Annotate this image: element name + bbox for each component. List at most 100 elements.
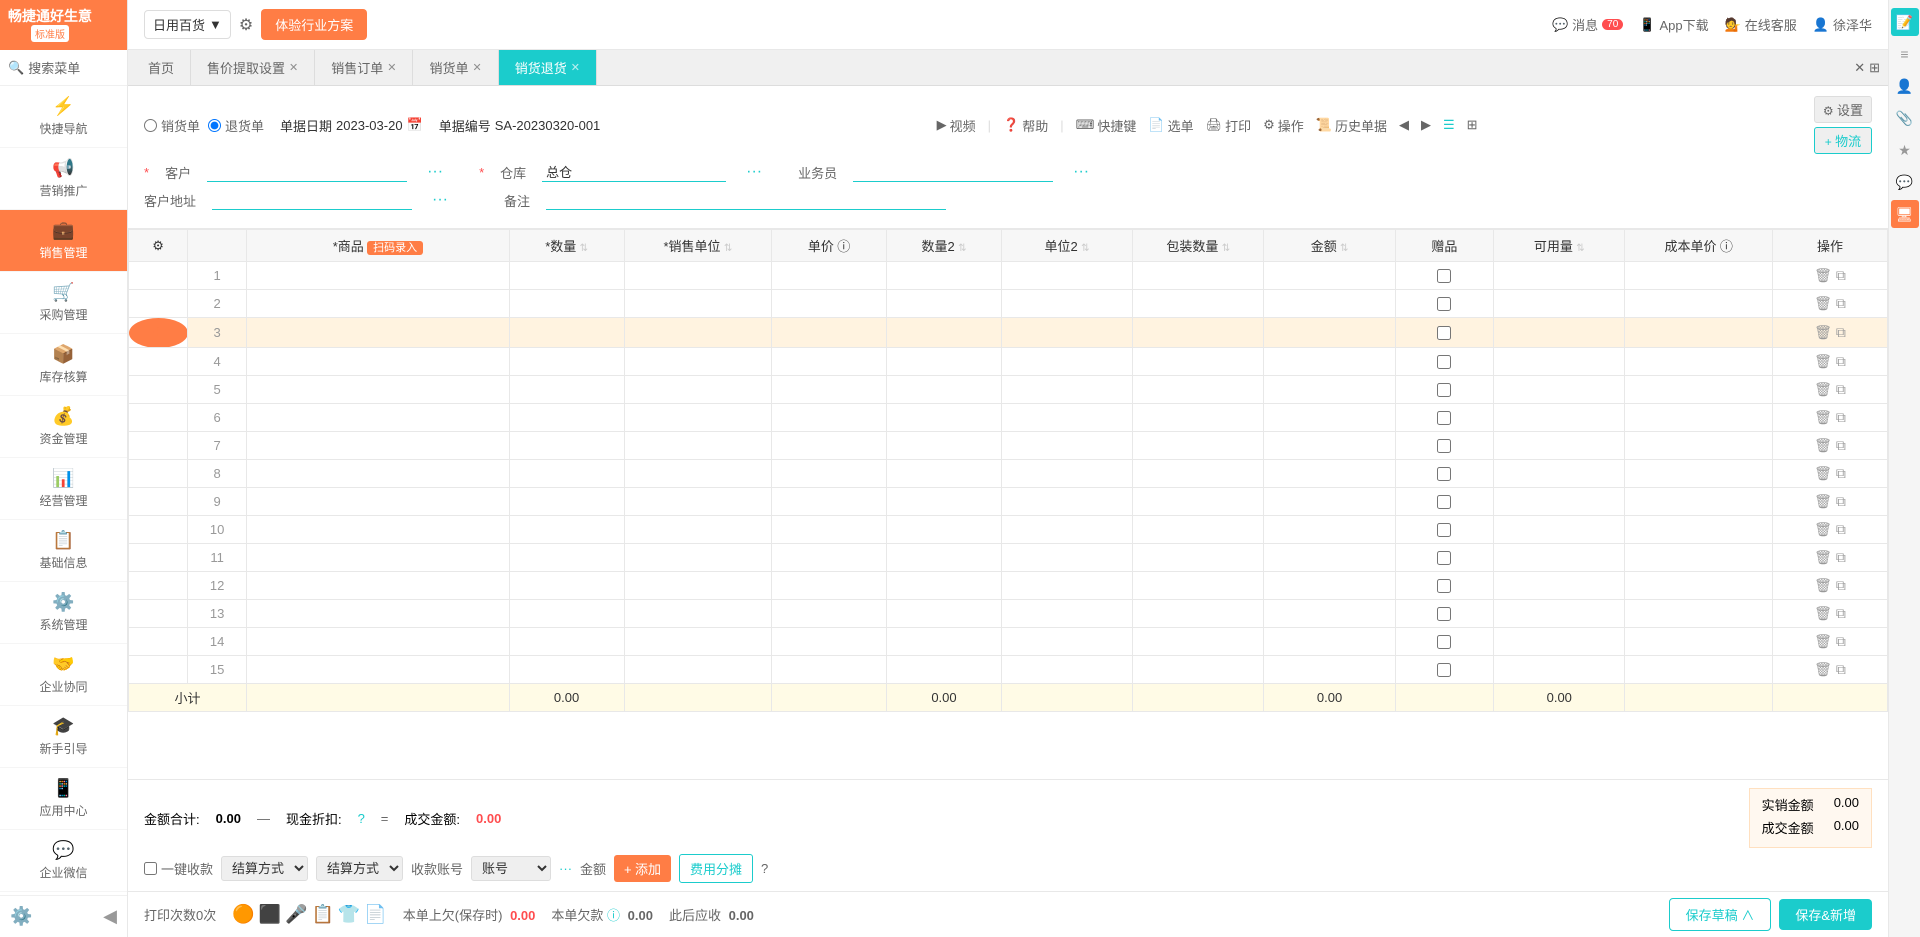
sidebar-item-purchase[interactable]: 🛒 采购管理 — [0, 272, 127, 334]
unit2-cell[interactable] — [1001, 572, 1132, 600]
topbar-gear-icon[interactable]: ⚙ — [239, 15, 253, 35]
delete-icon[interactable]: 🗑 — [1814, 267, 1832, 284]
pack-cell[interactable] — [1133, 656, 1264, 684]
sidebar-item-appstore[interactable]: 📱 应用中心 — [0, 768, 127, 830]
sidebar-item-sales[interactable]: 💼 销售管理 — [0, 210, 127, 272]
unit-cell[interactable] — [624, 572, 772, 600]
price-cell[interactable] — [772, 376, 887, 404]
collapse-icon[interactable]: ◀ — [103, 906, 117, 927]
qty2-cell[interactable] — [887, 600, 1002, 628]
sidebar-item-finance[interactable]: 💰 资金管理 — [0, 396, 127, 458]
pack-cell[interactable] — [1133, 404, 1264, 432]
split-button[interactable]: 费用分摊 — [679, 854, 753, 883]
price-cell[interactable] — [772, 488, 887, 516]
avail-cell[interactable] — [1494, 656, 1625, 684]
right-panel-monitor-icon[interactable]: 🖥 — [1891, 200, 1919, 228]
amount-cell[interactable] — [1264, 544, 1395, 572]
goods-cell[interactable] — [247, 628, 510, 656]
sidebar-item-basic[interactable]: 📋 基础信息 — [0, 520, 127, 582]
qty-cell[interactable] — [509, 262, 624, 290]
logistics-button[interactable]: + 物流 — [1814, 127, 1872, 154]
radio-return-input[interactable] — [208, 119, 221, 132]
unit2-cell[interactable] — [1001, 460, 1132, 488]
sort-icon4[interactable]: ⇅ — [1081, 243, 1089, 254]
qty2-cell[interactable] — [887, 572, 1002, 600]
unit2-cell[interactable] — [1001, 432, 1132, 460]
unit-cell[interactable] — [624, 376, 772, 404]
copy-icon[interactable]: ⧉ — [1836, 493, 1846, 510]
industry-select[interactable]: 日用百货 ▼ — [144, 10, 231, 39]
calc-method-select[interactable]: 结算方式 — [316, 856, 403, 881]
amount-cell[interactable] — [1264, 262, 1395, 290]
salesperson-ellipsis-icon[interactable]: ··· — [1073, 163, 1089, 181]
price-cell[interactable] — [772, 600, 887, 628]
list-view-icon[interactable]: ☰ — [1443, 117, 1455, 133]
goods-cell[interactable] — [247, 376, 510, 404]
sidebar-item-enterprise[interactable]: 🤝 企业协同 — [0, 644, 127, 706]
cost-cell[interactable] — [1625, 600, 1773, 628]
qty2-cell[interactable] — [887, 348, 1002, 376]
cost-cell[interactable] — [1625, 516, 1773, 544]
gift-checkbox[interactable] — [1437, 663, 1451, 677]
avail-cell[interactable] — [1494, 544, 1625, 572]
avail-cell[interactable] — [1494, 290, 1625, 318]
sidebar-item-inventory[interactable]: 📦 库存核算 — [0, 334, 127, 396]
amount-cell[interactable] — [1264, 656, 1395, 684]
price-cell[interactable] — [772, 290, 887, 318]
delete-icon[interactable]: 🗑 — [1814, 605, 1832, 622]
tab-more-icon[interactable]: ⊞ — [1869, 60, 1880, 76]
right-panel-attachment-icon[interactable]: 📎 — [1891, 104, 1919, 132]
footer-icon-4[interactable]: 📋 — [312, 904, 334, 925]
qty2-cell[interactable] — [887, 544, 1002, 572]
col-gear[interactable]: ⚙ — [129, 230, 188, 262]
gift-checkbox[interactable] — [1437, 551, 1451, 565]
qty2-cell[interactable] — [887, 460, 1002, 488]
next-icon[interactable]: ▶ — [1421, 117, 1431, 133]
unit2-cell[interactable] — [1001, 404, 1132, 432]
customer-ellipsis-icon[interactable]: ··· — [427, 163, 443, 181]
sidebar-item-operation[interactable]: 📊 经营管理 — [0, 458, 127, 520]
amount-cell[interactable] — [1264, 318, 1395, 348]
goods-cell[interactable] — [247, 460, 510, 488]
action-operate[interactable]: ⚙ 操作 — [1263, 116, 1304, 135]
delete-icon[interactable]: 🗑 — [1814, 353, 1832, 370]
gift-checkbox[interactable] — [1437, 355, 1451, 369]
pack-cell[interactable] — [1133, 376, 1264, 404]
amount-cell[interactable] — [1264, 404, 1395, 432]
action-select[interactable]: 📄 选单 — [1148, 116, 1193, 135]
goods-cell[interactable] — [247, 600, 510, 628]
cost-cell[interactable] — [1625, 572, 1773, 600]
copy-icon[interactable]: ⧉ — [1836, 577, 1846, 594]
sort-icon7[interactable]: ⇅ — [1576, 243, 1584, 254]
warehouse-ellipsis-icon[interactable]: ··· — [746, 163, 762, 181]
price-cell[interactable] — [772, 318, 887, 348]
copy-icon[interactable]: ⧉ — [1836, 353, 1846, 370]
ellipsis-icon[interactable]: ··· — [559, 861, 572, 876]
amount-cell[interactable] — [1264, 348, 1395, 376]
cost-cell[interactable] — [1625, 432, 1773, 460]
gift-checkbox[interactable] — [1437, 523, 1451, 537]
remark-input[interactable] — [546, 190, 946, 210]
amount-cell[interactable] — [1264, 572, 1395, 600]
qty-cell[interactable] — [509, 348, 624, 376]
pack-cell[interactable] — [1133, 290, 1264, 318]
settings-button[interactable]: ⚙ 设置 — [1814, 96, 1872, 123]
price-cell[interactable] — [772, 572, 887, 600]
sort-icon3[interactable]: ⇅ — [958, 243, 966, 254]
avail-cell[interactable] — [1494, 460, 1625, 488]
cost-cell[interactable] — [1625, 348, 1773, 376]
tab-sales-delivery-close[interactable]: ✕ — [473, 61, 482, 74]
delete-icon[interactable]: 🗑 — [1814, 465, 1832, 482]
unit2-cell[interactable] — [1001, 488, 1132, 516]
qty2-cell[interactable] — [887, 262, 1002, 290]
gift-checkbox[interactable] — [1437, 439, 1451, 453]
avail-cell[interactable] — [1494, 488, 1625, 516]
customer-input[interactable] — [207, 162, 407, 182]
unit-cell[interactable] — [624, 544, 772, 572]
avail-cell[interactable] — [1494, 572, 1625, 600]
sidebar-item-system[interactable]: ⚙️ 系统管理 — [0, 582, 127, 644]
unit-cell[interactable] — [624, 656, 772, 684]
qty2-cell[interactable] — [887, 488, 1002, 516]
goods-cell[interactable] — [247, 572, 510, 600]
gift-checkbox[interactable] — [1437, 579, 1451, 593]
